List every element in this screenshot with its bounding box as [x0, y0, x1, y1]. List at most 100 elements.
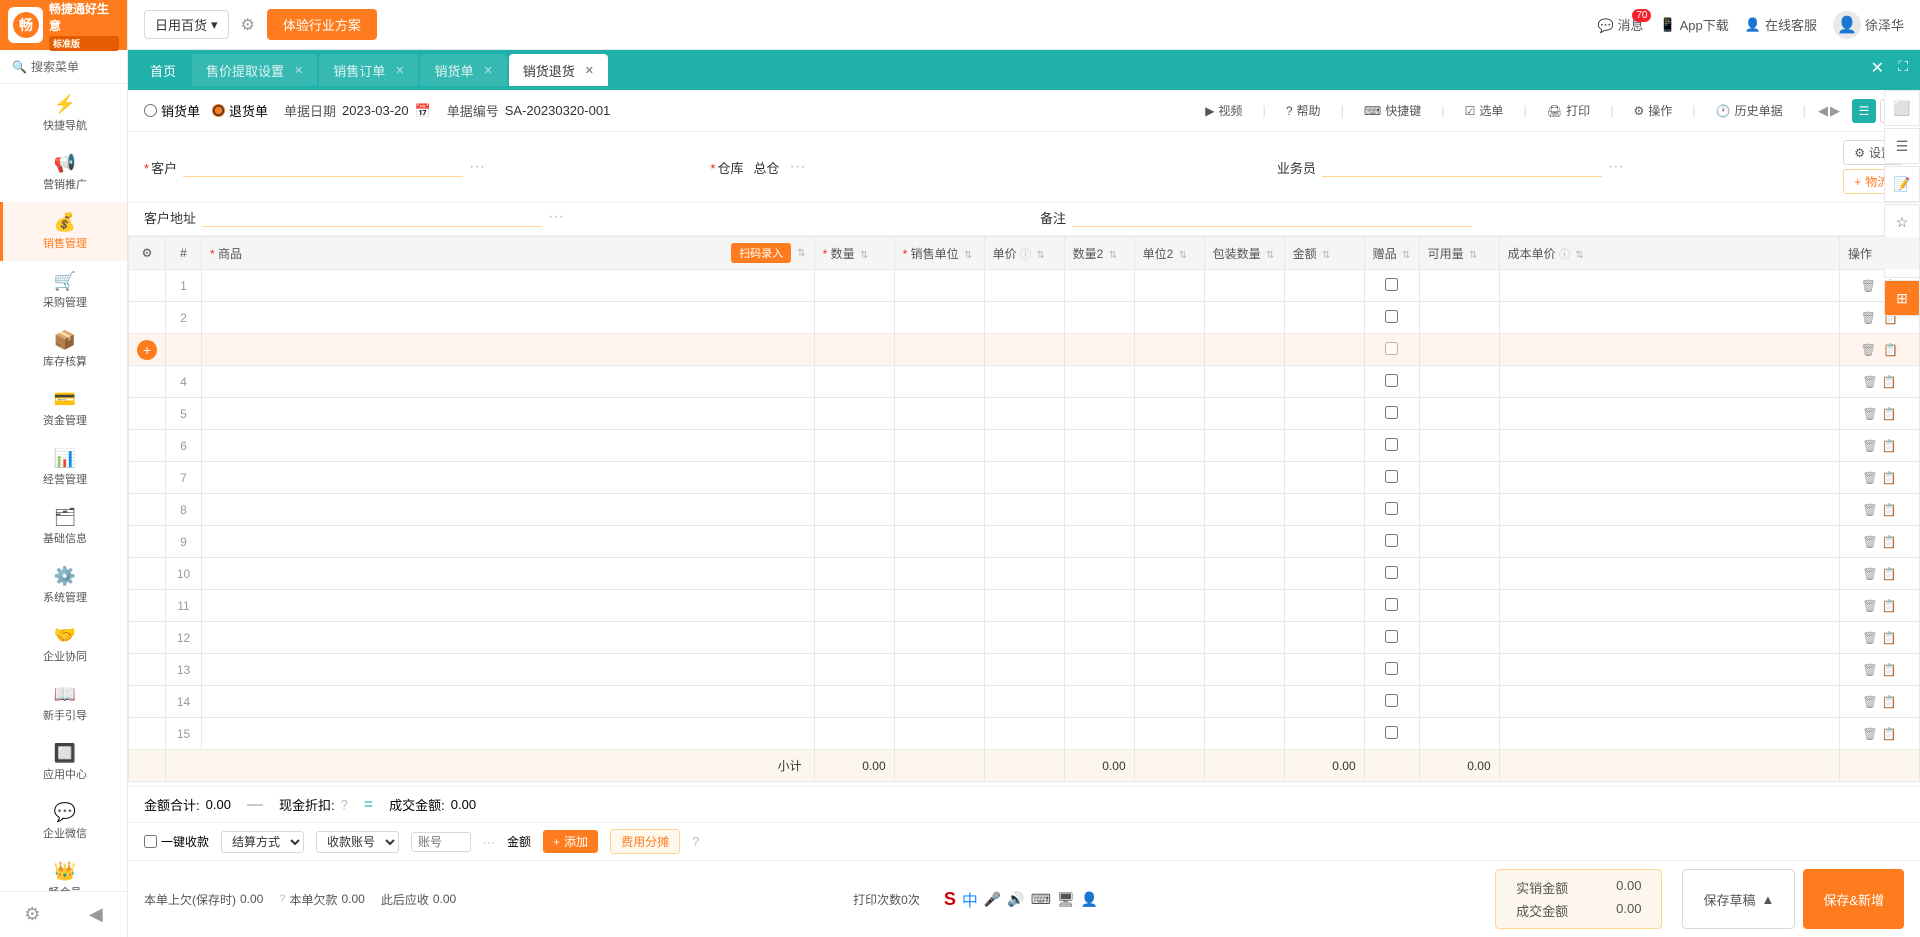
collapse-icon[interactable]: ◀	[85, 900, 107, 929]
row-gift-1[interactable]	[1364, 270, 1419, 302]
row-unit2-1[interactable]	[1134, 270, 1204, 302]
addr-picker[interactable]: ···	[548, 208, 564, 226]
goods-input-1[interactable]	[210, 279, 806, 293]
row-unit-1[interactable]	[894, 270, 984, 302]
tab-sales-deliver-close[interactable]: ✕	[484, 64, 493, 77]
avail-sort-icon[interactable]: ⇅	[1469, 250, 1477, 261]
tab-home[interactable]: 首页	[136, 54, 190, 86]
lang-icon[interactable]: 中	[962, 887, 978, 911]
copy-icon-4[interactable]: 📋	[1882, 375, 1897, 389]
delete-icon-5[interactable]: 🗑	[1862, 407, 1877, 421]
breadcrumb[interactable]: 日用百货 ▾	[144, 10, 229, 39]
owe-help-icon[interactable]: ?	[279, 893, 285, 905]
goods-sort-icon[interactable]: ⇅	[797, 248, 805, 259]
one-click-input[interactable]	[144, 835, 157, 848]
copy-icon-6[interactable]: 📋	[1882, 439, 1897, 453]
right-panel-star[interactable]: ☆	[1884, 204, 1920, 240]
method-select[interactable]: 结算方式	[221, 831, 304, 853]
sidebar-item-purchase[interactable]: 🛒 采购管理	[0, 261, 127, 320]
next-icon[interactable]: ▶	[1830, 103, 1840, 119]
qty2-sort-icon[interactable]: ⇅	[1109, 250, 1117, 261]
goods-input-2[interactable]	[210, 311, 806, 325]
delete-icon-15[interactable]: 🗑	[1862, 727, 1877, 741]
trial-button[interactable]: 体验行业方案	[267, 9, 377, 40]
tab-sales-return-close[interactable]: ✕	[585, 64, 594, 77]
row-cost-1[interactable]	[1499, 270, 1839, 302]
copy-icon-15[interactable]: 📋	[1882, 727, 1897, 741]
tab-sales-order[interactable]: 销售订单 ✕	[319, 54, 418, 86]
split-btn[interactable]: 费用分摊	[610, 829, 680, 854]
select-btn[interactable]: ☑ 选单	[1457, 98, 1512, 123]
online-service-button[interactable]: 👤 在线客服	[1745, 15, 1817, 34]
staff-picker[interactable]: ···	[1608, 158, 1624, 176]
tab-sales-deliver[interactable]: 销货单 ✕	[420, 54, 506, 86]
message-button[interactable]: 💬 消息 70	[1598, 15, 1644, 34]
delete-icon-12[interactable]: 🗑	[1862, 631, 1877, 645]
delete-icon-3[interactable]: 🗑	[1861, 343, 1876, 357]
settings-bottom-icon[interactable]: ⚙	[20, 900, 44, 929]
row-amount-1[interactable]	[1284, 270, 1364, 302]
sidebar-item-guide[interactable]: 📖 新手引导	[0, 674, 127, 733]
row-goods-1[interactable]	[202, 270, 815, 302]
qty-sort-icon[interactable]: ⇅	[860, 250, 868, 261]
prev-icon[interactable]: ◀	[1818, 103, 1828, 119]
sidebar-item-operation[interactable]: 📊 经营管理	[0, 438, 127, 497]
mic-icon[interactable]: 🎤	[984, 891, 1001, 908]
price-info-icon[interactable]: ⓘ	[1020, 249, 1031, 261]
sidebar-item-wechat[interactable]: 💬 企业微信	[0, 792, 127, 851]
delete-icon-4[interactable]: 🗑	[1862, 375, 1877, 389]
remark-input[interactable]	[1072, 207, 1472, 227]
cost-info-icon[interactable]: ⓘ	[1559, 249, 1570, 261]
tab-price-setting[interactable]: 售价提取设置 ✕	[192, 54, 317, 86]
one-click-checkbox[interactable]: 一键收款	[144, 833, 209, 850]
copy-icon-3[interactable]: 📋	[1883, 343, 1898, 357]
warehouse-picker[interactable]: ···	[790, 158, 806, 176]
delete-icon-2[interactable]: 🗑	[1861, 311, 1876, 325]
unit2-sort-icon[interactable]: ⇅	[1179, 250, 1187, 261]
row-avail-1[interactable]	[1419, 270, 1499, 302]
discount-help-icon[interactable]: ?	[341, 797, 348, 812]
save-draft-button[interactable]: 保存草稿 ▲	[1682, 869, 1795, 929]
video-btn[interactable]: ▶ 视频	[1197, 98, 1250, 123]
row-qty2-1[interactable]	[1064, 270, 1134, 302]
right-panel-note[interactable]: 📝	[1884, 166, 1920, 202]
account-input[interactable]	[411, 832, 471, 852]
operate-btn[interactable]: ⚙ 操作	[1625, 98, 1680, 123]
tab-sales-return[interactable]: 销货退货 ✕	[509, 54, 608, 86]
app-download-button[interactable]: 📱 App下载	[1659, 15, 1728, 34]
copy-icon-10[interactable]: 📋	[1882, 567, 1897, 581]
unit-sort-icon[interactable]: ⇅	[964, 250, 972, 261]
payment-help-icon[interactable]: ?	[692, 834, 699, 849]
keyboard-icon-2[interactable]: ⌨	[1031, 891, 1051, 908]
row-pack-1[interactable]	[1204, 270, 1284, 302]
delete-icon-6[interactable]: 🗑	[1862, 439, 1877, 453]
radio-return[interactable]: 退货单	[212, 101, 268, 120]
history-btn[interactable]: 🕐 历史单据	[1708, 98, 1791, 123]
cost-sort-icon[interactable]: ⇅	[1575, 250, 1583, 261]
sidebar-item-marketing[interactable]: 📢 营销推广	[0, 143, 127, 202]
copy-icon-5[interactable]: 📋	[1882, 407, 1897, 421]
sidebar-item-sales[interactable]: 💰 销售管理	[0, 202, 127, 261]
delete-icon-9[interactable]: 🗑	[1862, 535, 1877, 549]
gift-sort-icon[interactable]: ⇅	[1402, 250, 1410, 261]
right-panel-fold[interactable]: ☰	[1884, 128, 1920, 164]
staff-input[interactable]	[1322, 157, 1602, 177]
customer-input[interactable]	[183, 157, 463, 177]
search-menu-item[interactable]: 🔍 搜索菜单	[0, 50, 127, 84]
amount-sort-icon[interactable]: ⇅	[1322, 250, 1330, 261]
col-settings[interactable]: ⚙	[129, 237, 166, 270]
print-btn[interactable]: 🖨 打印	[1539, 98, 1598, 123]
copy-icon-13[interactable]: 📋	[1882, 663, 1897, 677]
delete-icon-8[interactable]: 🗑	[1862, 503, 1877, 517]
user-profile[interactable]: 👤 徐泽华	[1833, 11, 1904, 39]
radio-sale[interactable]: 销货单	[144, 101, 200, 120]
copy-icon-7[interactable]: 📋	[1882, 471, 1897, 485]
sidebar-item-quicknav[interactable]: ⚡ 快捷导航	[0, 84, 127, 143]
row-price-1[interactable]	[984, 270, 1064, 302]
shortcut-btn[interactable]: ⌨ 快捷键	[1356, 98, 1429, 123]
list-view-btn[interactable]: ☰	[1852, 99, 1876, 123]
row-qty-1[interactable]	[814, 270, 894, 302]
add-payment-btn[interactable]: + 添加	[543, 830, 598, 853]
right-panel-grid[interactable]: ⊞	[1884, 280, 1920, 316]
user-icon[interactable]: 👤	[1081, 891, 1098, 908]
